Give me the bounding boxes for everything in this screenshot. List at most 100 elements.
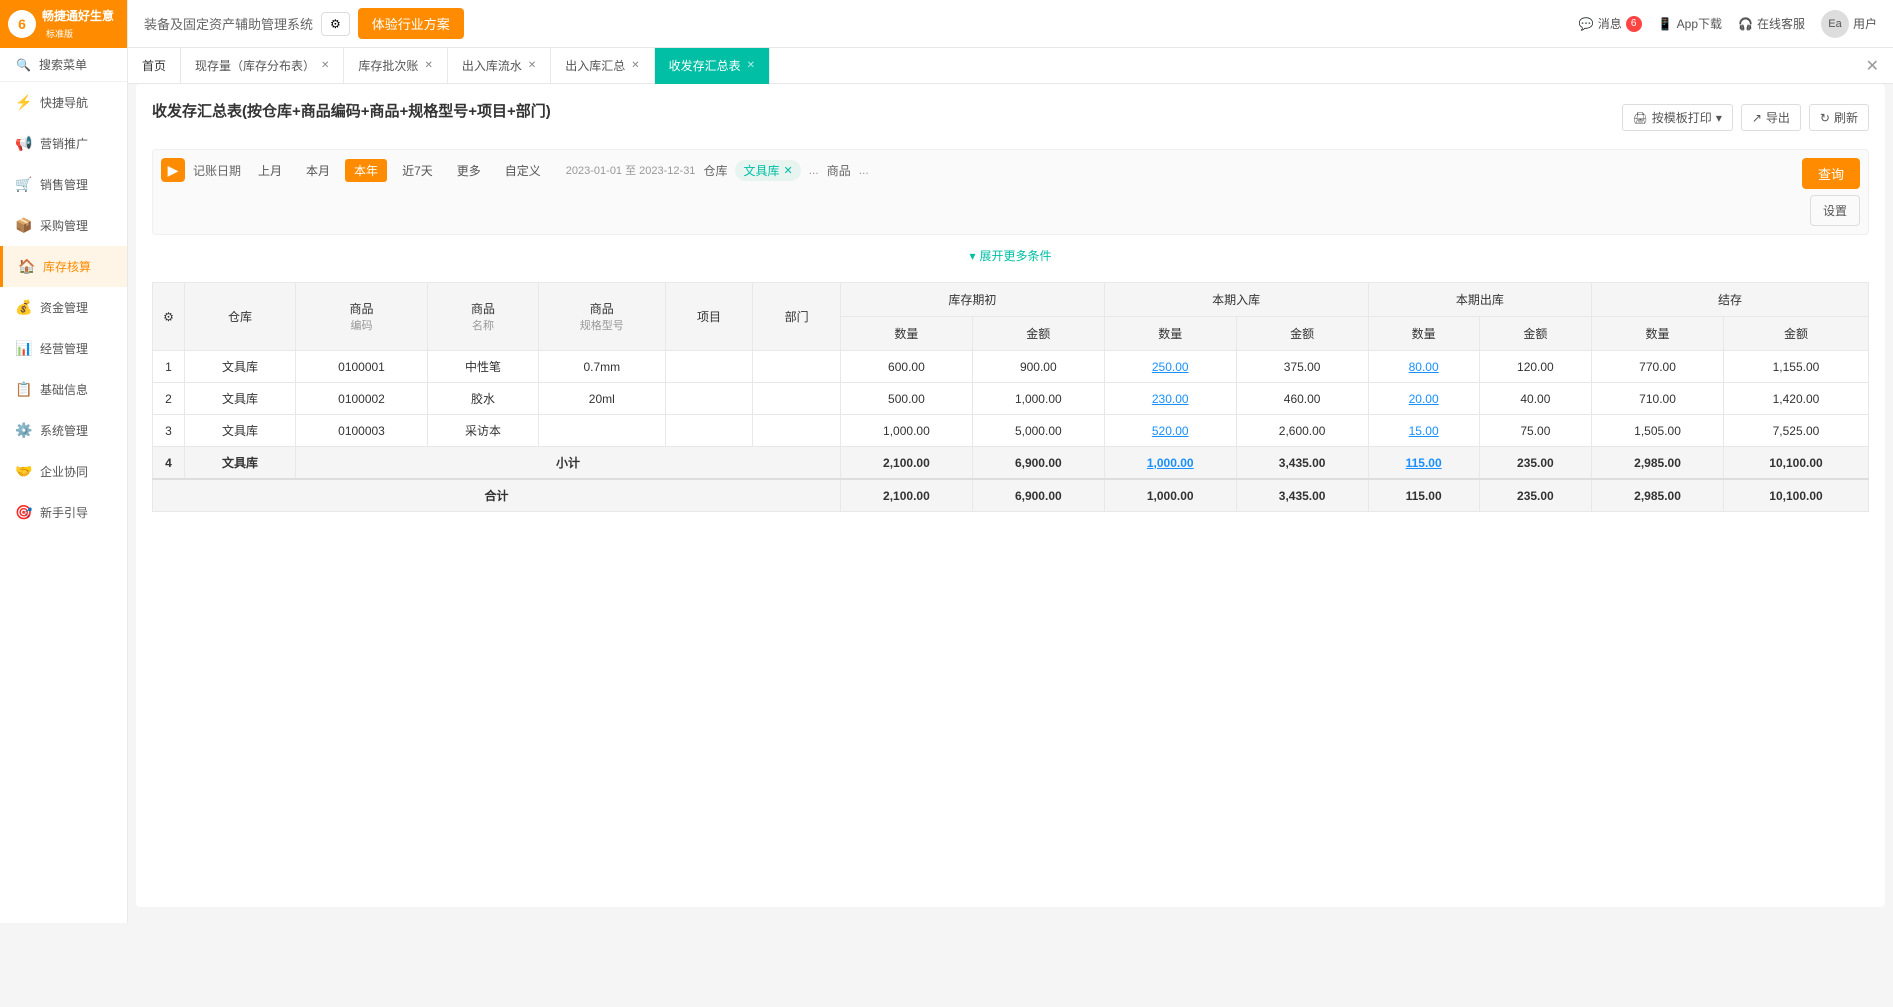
date-btn-custom[interactable]: 自定义 [496,159,550,182]
system-icon: ⚙️ [16,423,32,439]
tab-batch-ledger-label: 库存批次账 [358,57,418,74]
sidebar-item-purchase[interactable]: 📦 采购管理 [0,205,127,246]
sidebar-item-guide[interactable]: 🎯 新手引导 [0,492,127,533]
refresh-btn[interactable]: ↻ 刷新 [1809,104,1869,131]
print-btn[interactable]: 🖨 按模板打印 ▾ [1622,104,1733,131]
row-in-qty[interactable]: 520.00 [1104,415,1236,447]
subtotal-row: 4 文具库 小计 2,100.00 6,900.00 1,000.00 3,43… [153,447,1869,480]
date-btn-this-year[interactable]: 本年 [345,159,387,182]
sidebar-item-system[interactable]: ⚙️ 系统管理 [0,410,127,451]
th-in-amt: 金额 [1236,317,1368,351]
table-row: 3 文具库 0100003 采访本 1,000.00 5,000.00 520.… [153,415,1869,447]
inventory-icon: 🏠 [19,259,35,275]
warehouse-filter-label: 仓库 [703,162,727,179]
th-bal-qty: 数量 [1592,317,1724,351]
th-warehouse: 仓库 [185,283,296,351]
th-department: 部门 [753,283,841,351]
total-in-amt: 3,435.00 [1236,479,1368,512]
subtotal-open-amt: 6,900.00 [972,447,1104,480]
row-bal-qty: 770.00 [1592,351,1724,383]
row-in-amt: 460.00 [1236,383,1368,415]
sidebar-item-finance[interactable]: 💰 资金管理 [0,287,127,328]
user-btn[interactable]: Ea 用户 [1821,10,1877,38]
phone-icon: 📱 [1658,17,1673,31]
tab-summary-in-out[interactable]: 出入库汇总 ✕ [551,48,654,84]
th-settings[interactable]: ⚙ [153,283,185,351]
sidebar-item-cooperation[interactable]: 🤝 企业协同 [0,451,127,492]
row-in-qty[interactable]: 230.00 [1104,383,1236,415]
sidebar-item-label: 资金管理 [40,299,88,316]
tab-batch-ledger[interactable]: 库存批次账 ✕ [344,48,447,84]
sidebar-search[interactable]: 🔍 搜索菜单 [0,48,127,82]
row-open-amt: 1,000.00 [972,383,1104,415]
tab-inventory-dist-label: 现存量（库存分布表） [195,57,315,74]
date-btn-7days[interactable]: 近7天 [393,159,442,182]
row-out-qty[interactable]: 20.00 [1368,383,1479,415]
query-button[interactable]: 查询 [1802,158,1860,189]
row-out-qty[interactable]: 15.00 [1368,415,1479,447]
row-in-qty[interactable]: 250.00 [1104,351,1236,383]
warehouse-ellipsis[interactable]: ... [809,163,819,177]
tab-batch-ledger-close[interactable]: ✕ [424,60,432,71]
tab-inventory-dist-close[interactable]: ✕ [321,60,329,71]
row-department [753,415,841,447]
tab-flow-close[interactable]: ✕ [528,60,536,71]
sidebar-item-inventory[interactable]: 🏠 库存核算 [0,246,127,287]
goods-ellipsis[interactable]: ... [859,163,869,177]
export-btn[interactable]: ↗ 导出 [1741,104,1801,131]
filter-settings-btn[interactable]: 设置 [1810,195,1860,226]
tabbar-close-btn[interactable]: ✕ [1852,56,1893,76]
row-open-qty: 500.00 [840,383,972,415]
total-label: 合计 [153,479,841,512]
date-btn-more[interactable]: 更多 [448,159,490,182]
app-download-btn[interactable]: 📱 App下载 [1658,15,1722,32]
total-open-amt: 6,900.00 [972,479,1104,512]
row-project [665,351,753,383]
date-label: 记账日期 [193,162,241,179]
total-open-qty: 2,100.00 [840,479,972,512]
sidebar-item-marketing[interactable]: 📢 营销推广 [0,123,127,164]
expand-more-btn[interactable]: ▾ 展开更多条件 [152,241,1869,270]
experience-button[interactable]: 体验行业方案 [358,8,464,39]
tab-summary-in-out-close[interactable]: ✕ [631,60,639,71]
row-spec: 20ml [539,383,666,415]
tab-recv-send-label: 收发存汇总表 [669,57,741,74]
sidebar: 6 畅捷通好生意 标准版 🔍 搜索菜单 ⚡ 快捷导航 📢 营销推广 🛒 销售管理… [0,0,128,923]
settings-gear-btn[interactable]: ⚙ [321,12,350,36]
purchase-icon: 📦 [16,218,32,234]
tab-inventory-dist[interactable]: 现存量（库存分布表） ✕ [181,48,344,84]
sidebar-item-label: 经营管理 [40,340,88,357]
sidebar-item-sales[interactable]: 🛒 销售管理 [0,164,127,205]
date-btn-this-month[interactable]: 本月 [297,159,339,182]
subtotal-out-qty[interactable]: 115.00 [1368,447,1479,480]
tab-flow[interactable]: 出入库流水 ✕ [448,48,551,84]
th-sku-name: 商品名称 [427,283,538,351]
subtotal-in-qty[interactable]: 1,000.00 [1104,447,1236,480]
row-out-amt: 40.00 [1479,383,1591,415]
th-project: 项目 [665,283,753,351]
row-in-amt: 2,600.00 [1236,415,1368,447]
topbar: 装备及固定资产辅助管理系统 ⚙ 体验行业方案 💬 消息 6 📱 App下载 🎧 … [128,0,1893,48]
row-no: 1 [153,351,185,383]
sidebar-item-operations[interactable]: 📊 经营管理 [0,328,127,369]
message-btn[interactable]: 💬 消息 6 [1579,15,1642,32]
total-in-qty: 1,000.00 [1104,479,1236,512]
date-btn-prev-month[interactable]: 上月 [249,159,291,182]
sidebar-item-basic-info[interactable]: 📋 基础信息 [0,369,127,410]
row-bal-amt: 1,155.00 [1723,351,1868,383]
tab-recv-send-close[interactable]: ✕ [747,60,755,71]
tab-recv-send-summary[interactable]: 收发存汇总表 ✕ [655,48,770,84]
row-sku-name: 胶水 [427,383,538,415]
filter-toggle-btn[interactable]: ▶ [161,158,185,182]
row-out-qty[interactable]: 80.00 [1368,351,1479,383]
warehouse-tag[interactable]: 文具库 ✕ [735,160,800,181]
search-icon: 🔍 [16,58,31,72]
online-service-btn[interactable]: 🎧 在线客服 [1738,15,1805,32]
row-no: 2 [153,383,185,415]
total-bal-qty: 2,985.00 [1592,479,1724,512]
sidebar-item-label: 基础信息 [40,381,88,398]
total-row: 合计 2,100.00 6,900.00 1,000.00 3,435.00 1… [153,479,1869,512]
sidebar-item-quick-nav[interactable]: ⚡ 快捷导航 [0,82,127,123]
warehouse-tag-close[interactable]: ✕ [783,164,792,177]
tab-home[interactable]: 首页 [128,48,181,84]
